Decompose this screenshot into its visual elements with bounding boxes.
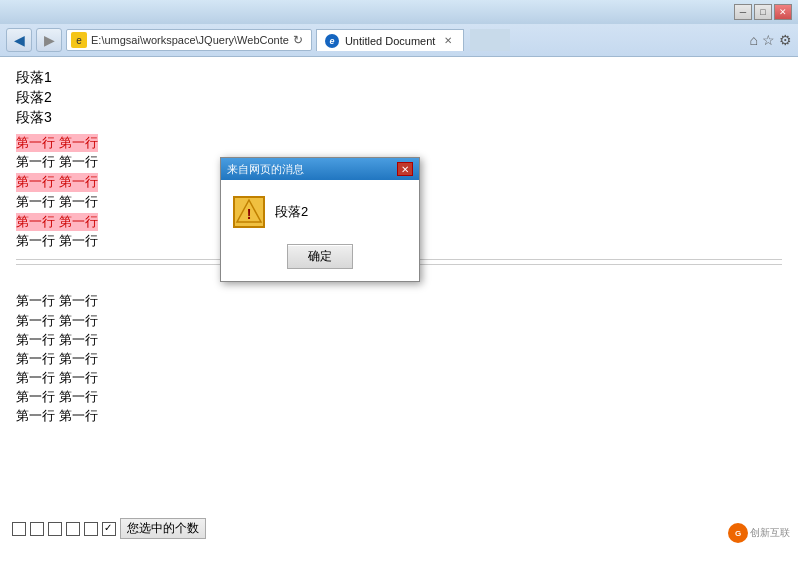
favorites-button[interactable]: ☆ [762,32,775,48]
list-item: 第一行 第一行 [16,133,782,153]
list-item: 第一行 第一行 [16,331,782,349]
title-bar-controls: ─ □ ✕ [734,4,792,20]
dialog-title-bar: 来自网页的消息 ✕ [221,158,419,180]
address-text: E:\umgsai\workspace\JQuery\WebConte [91,34,289,46]
warning-icon: ! [233,196,265,228]
checkbox-6[interactable] [102,522,116,536]
dialog-title: 来自网页的消息 [227,162,304,177]
dialog-footer: 确定 [221,238,419,281]
svg-text:!: ! [247,206,252,222]
list-item: 第一行 第一行 [16,369,782,387]
checkbox-2[interactable] [30,522,44,536]
watermark-logo: G [728,523,748,543]
browser-tab[interactable]: e Untitled Document ✕ [316,29,465,51]
row-highlight: 第一行 第一行 [16,213,98,231]
list-item: 第一行 第一行 [16,350,782,368]
checkbox-1[interactable] [12,522,26,536]
watermark-text: 创新互联 [750,526,790,540]
list-item: 第一行 第一行 [16,407,782,425]
paragraph-1: 段落1 [16,69,782,87]
title-bar: ─ □ ✕ [0,0,798,24]
dialog-message: 段落2 [275,203,308,221]
list-item: 第一行 第一行 [16,292,782,310]
browser-chrome: ─ □ ✕ ◀ ▶ e E:\umgsai\workspace\JQuery\W… [0,0,798,57]
checkbox-row: 您选中的个数 [12,518,206,539]
alert-dialog: 来自网页的消息 ✕ ! 段落2 确定 [220,157,420,282]
page-content: 段落1 段落2 段落3 第一行 第一行 第一行 第一行 第一行 第一行 第一行 … [0,57,798,547]
paragraph-3: 段落3 [16,109,782,127]
dialog-body: ! 段落2 [221,180,419,238]
checkbox-4[interactable] [66,522,80,536]
paragraph-2: 段落2 [16,89,782,107]
dialog-close-button[interactable]: ✕ [397,162,413,176]
home-button[interactable]: ⌂ [750,32,758,48]
nav-bar: ◀ ▶ e E:\umgsai\workspace\JQuery\WebCont… [0,24,798,56]
maximize-button[interactable]: □ [754,4,772,20]
watermark: G 创新互联 [728,523,790,543]
checkbox-5[interactable] [84,522,98,536]
row-highlight: 第一行 第一行 [16,134,98,152]
tab-close-button[interactable]: ✕ [441,34,455,48]
checkbox-3[interactable] [48,522,62,536]
paragraph-section: 段落1 段落2 段落3 [16,69,782,127]
window-close-button[interactable]: ✕ [774,4,792,20]
row-highlight: 第一行 第一行 [16,173,98,191]
list-item: 第一行 第一行 [16,388,782,406]
tab-title: Untitled Document [345,35,436,47]
minimize-button[interactable]: ─ [734,4,752,20]
list-item: 第一行 第一行 [16,312,782,330]
address-icon: e [71,32,87,48]
back-button[interactable]: ◀ [6,28,32,52]
dialog-ok-button[interactable]: 确定 [287,244,353,269]
forward-button[interactable]: ▶ [36,28,62,52]
count-button[interactable]: 您选中的个数 [120,518,206,539]
svg-text:e: e [76,35,82,46]
ie-icon: e [325,34,339,48]
rows-section-2: 第一行 第一行 第一行 第一行 第一行 第一行 第一行 第一行 第一行 第一行 … [16,273,782,426]
settings-button[interactable]: ⚙ [779,32,792,48]
refresh-button[interactable]: ↻ [289,31,307,49]
address-bar[interactable]: e E:\umgsai\workspace\JQuery\WebConte ↻ [66,29,312,51]
